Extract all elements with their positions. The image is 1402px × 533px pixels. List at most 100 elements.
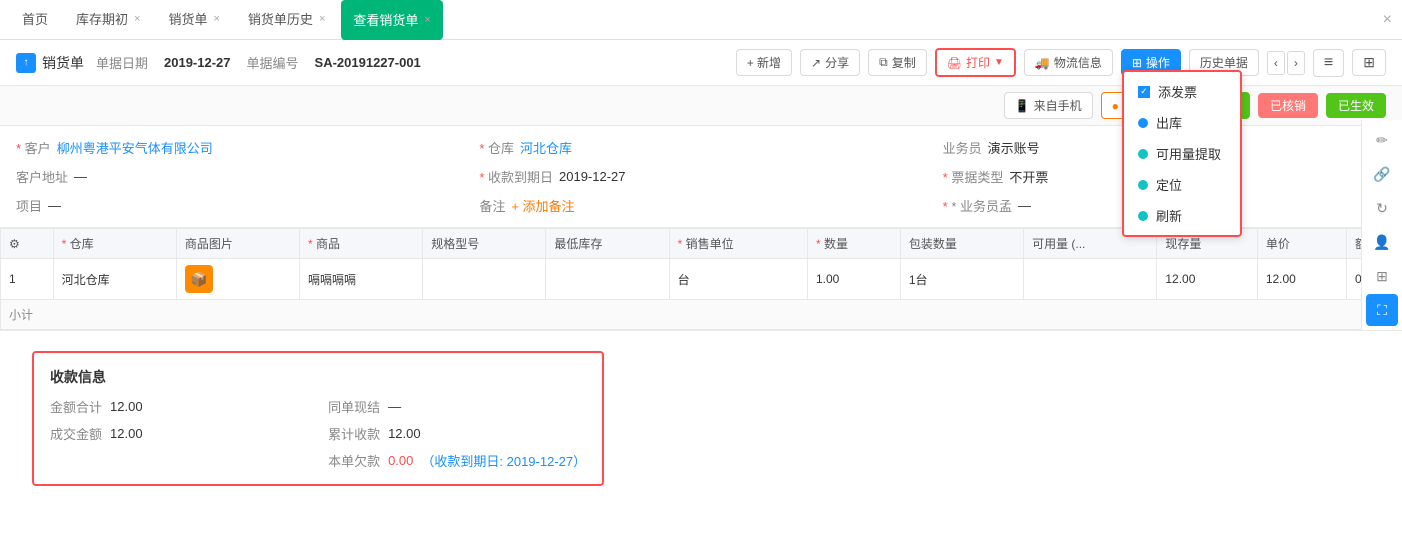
cell-warehouse: 河北仓库 — [53, 259, 176, 300]
tab-view-sales-close[interactable]: × — [424, 14, 430, 26]
dropdown-available[interactable]: 可用量提取 — [1124, 138, 1240, 169]
operations-dropdown: 添发票 出库 可用量提取 定位 刷新 — [1122, 70, 1242, 237]
table-row: 1 河北仓库 📦 嗝嗝嗝嗝 台 1.00 1台 12.00 12.00 0. — [1, 259, 1402, 300]
project-label: 项目 — [16, 196, 42, 215]
doc-title: ↑ 销货单 — [16, 53, 84, 73]
sidebar-fullscreen-icon[interactable]: ⛶ — [1366, 294, 1398, 326]
page-wrapper: 首页 库存期初 × 销货单 × 销货单历史 × 查看销货单 × × ↑ 销货单 … — [0, 0, 1402, 533]
logistics-button[interactable]: 🚚 物流信息 — [1024, 49, 1113, 76]
warehouse-label: 仓库 — [479, 138, 514, 157]
balance-value: 0.00 — [388, 453, 413, 468]
table-container: ⚙ * 仓库 商品图片 * 商品 规格型号 最低库存 * 销售单位 * 数量 包… — [0, 228, 1402, 331]
warehouse-row: 仓库 河北仓库 — [479, 138, 922, 157]
payment-date-value: 2019-12-27 — [559, 169, 626, 184]
sidebar-user-icon[interactable]: 👤 — [1366, 226, 1398, 258]
grid-view-toggle[interactable]: ⊞ — [1352, 49, 1386, 76]
amount-total-value: 12.00 — [110, 399, 143, 414]
tab-history-close[interactable]: × — [319, 13, 325, 25]
add-remark-btn[interactable]: + 添加备注 — [511, 196, 574, 215]
dropdown-refresh[interactable]: 刷新 — [1124, 200, 1240, 231]
cumulative-row: 累计收款 12.00 — [328, 424, 586, 443]
ticket-type-value: 不开票 — [1009, 167, 1048, 186]
col-settings[interactable]: ⚙ — [1, 229, 54, 259]
dropdown-outbound[interactable]: 出库 — [1124, 107, 1240, 138]
tab-sales-history[interactable]: 销货单历史 × — [236, 0, 337, 40]
number-value: SA-20191227-001 — [315, 55, 421, 70]
col-product: * 商品 — [300, 229, 423, 259]
cell-product: 嗝嗝嗝嗝 — [300, 259, 423, 300]
col-image: 商品图片 — [176, 229, 299, 259]
deal-amount-row: 成交金额 12.00 — [50, 424, 308, 443]
cell-available — [1024, 259, 1157, 300]
payment-date-label: 收款到期日 — [479, 167, 553, 186]
prev-arrow[interactable]: ‹ — [1267, 51, 1285, 75]
cell-min-stock — [546, 259, 669, 300]
col-spec: 规格型号 — [423, 229, 546, 259]
deal-amount-value: 12.00 — [110, 426, 143, 441]
outbound-dot — [1138, 118, 1148, 128]
subtotal-row: 小计 — [1, 300, 1402, 330]
col-min-stock: 最低库存 — [546, 229, 669, 259]
cell-current-stock: 12.00 — [1157, 259, 1257, 300]
balance-row: 本单欠款 0.00 （收款到期日: 2019-12-27） — [328, 451, 586, 470]
tab-inventory[interactable]: 库存期初 × — [64, 0, 152, 40]
sidebar-link-icon[interactable]: 🔗 — [1366, 158, 1398, 190]
nav-arrows: ‹ › — [1267, 51, 1305, 75]
date-value: 2019-12-27 — [164, 55, 231, 70]
sidebar-refresh-icon[interactable]: ↻ — [1366, 192, 1398, 224]
customer-value: 柳州粤港平安气体有限公司 — [57, 138, 213, 157]
tab-bar-close[interactable]: × — [1383, 11, 1392, 29]
cell-price: 12.00 — [1257, 259, 1346, 300]
print-button[interactable]: 🖨 打印 ▼ — [935, 48, 1016, 77]
tab-sales[interactable]: 销货单 × — [156, 0, 231, 40]
payment-wrapper: 收款信息 金额合计 12.00 同单现结 — 成交金额 12.00 累计收款 1… — [0, 331, 1402, 506]
refresh-dot — [1138, 211, 1148, 221]
subtotal-label: 小计 — [1, 300, 1402, 330]
cell-quantity: 1.00 — [807, 259, 900, 300]
agent-value: — — [1018, 198, 1031, 213]
tab-sales-close[interactable]: × — [213, 13, 219, 25]
dropdown-locate[interactable]: 定位 — [1124, 169, 1240, 200]
salesperson-value: 演示账号 — [988, 138, 1040, 157]
tab-bar: 首页 库存期初 × 销货单 × 销货单历史 × 查看销货单 × × — [0, 0, 1402, 40]
same-order-label: 同单现结 — [328, 397, 380, 416]
dropdown-add-invoice[interactable]: 添发票 — [1124, 76, 1240, 107]
cell-row-num: 1 — [1, 259, 54, 300]
same-order-row: 同单现结 — — [328, 397, 586, 416]
date-label: 单据日期 — [96, 53, 148, 72]
col-unit: * 销售单位 — [669, 229, 807, 259]
col-warehouse: * 仓库 — [53, 229, 176, 259]
sidebar-grid-icon[interactable]: ⊞ — [1366, 260, 1398, 292]
customer-label: 客户 — [16, 138, 51, 157]
copy-button[interactable]: ⧉ 复制 — [868, 49, 927, 76]
customer-row: 客户 柳州粤港平安气体有限公司 — [16, 138, 459, 157]
effective-status-btn[interactable]: 已生效 — [1326, 93, 1386, 118]
list-view-toggle[interactable]: ≡ — [1313, 49, 1344, 77]
add-button[interactable]: + 新增 — [736, 49, 792, 76]
share-button[interactable]: ↗ 分享 — [800, 49, 860, 76]
payment-title: 收款信息 — [50, 367, 586, 387]
payment-grid: 金额合计 12.00 同单现结 — 成交金额 12.00 累计收款 12.00 … — [50, 397, 586, 470]
add-invoice-checkbox — [1138, 86, 1150, 98]
doc-meta: 单据日期 2019-12-27 单据编号 SA-20191227-001 — [96, 53, 421, 72]
right-sidebar: ✏ 🔗 ↻ 👤 ⊞ ⛶ — [1361, 120, 1402, 330]
project-value: — — [48, 198, 61, 213]
salesperson-label: 业务员 — [943, 138, 982, 157]
number-label: 单据编号 — [247, 53, 299, 72]
sidebar-edit-icon[interactable]: ✏ — [1366, 124, 1398, 156]
data-table: ⚙ * 仓库 商品图片 * 商品 规格型号 最低库存 * 销售单位 * 数量 包… — [0, 228, 1402, 330]
tab-inventory-close[interactable]: × — [134, 13, 140, 25]
col-quantity: * 数量 — [807, 229, 900, 259]
amount-total-label: 金额合计 — [50, 397, 102, 416]
tab-view-sales[interactable]: 查看销货单 × — [341, 0, 442, 40]
tab-home[interactable]: 首页 — [10, 0, 60, 40]
sold-status-btn[interactable]: 已核销 — [1258, 93, 1318, 118]
remark-label: 备注 — [479, 196, 505, 215]
next-arrow[interactable]: › — [1287, 51, 1305, 75]
ticket-type-label: 票据类型 — [943, 167, 1004, 186]
cell-image: 📦 — [176, 259, 299, 300]
cell-spec — [423, 259, 546, 300]
same-order-value: — — [388, 399, 401, 414]
from-phone-btn[interactable]: 📱 来自手机 — [1004, 92, 1093, 119]
amount-total-row: 金额合计 12.00 — [50, 397, 308, 416]
